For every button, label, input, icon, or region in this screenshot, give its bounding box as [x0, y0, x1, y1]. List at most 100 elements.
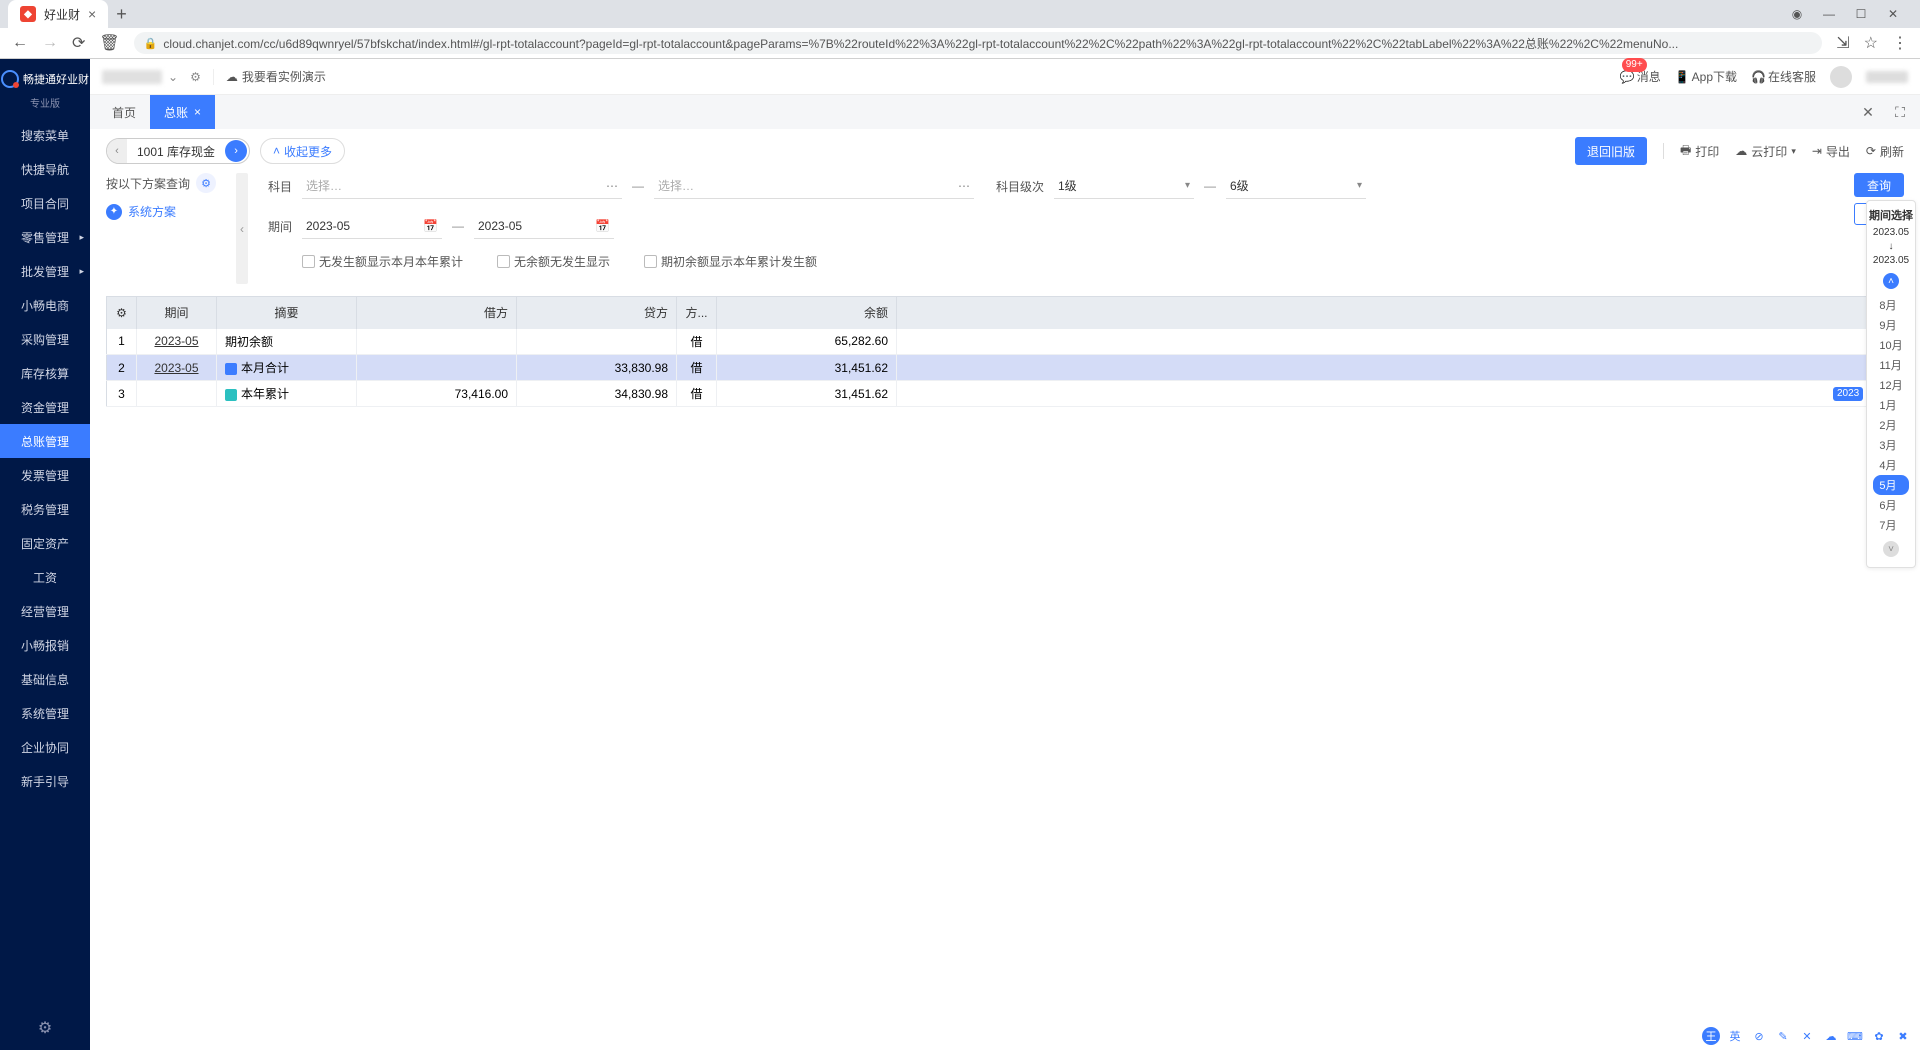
messages-link[interactable]: 99+ 💬 消息 [1620, 68, 1661, 85]
tray-icon[interactable]: ✕ [1798, 1027, 1816, 1045]
period-month[interactable]: 3月 [1873, 435, 1908, 455]
close-window-icon[interactable]: ✕ [1886, 7, 1900, 21]
tab-close-icon[interactable]: × [194, 105, 201, 119]
app-download-link[interactable]: 📱 App下载 [1675, 68, 1737, 85]
period-month[interactable]: 1月 [1873, 395, 1908, 415]
sidebar-item[interactable]: 工资 [0, 560, 90, 594]
scroll-up-icon[interactable]: ˄ [1883, 273, 1899, 289]
print-button[interactable]: 🖶打印 [1680, 141, 1719, 162]
refresh-button[interactable]: ⟳刷新 [1866, 143, 1904, 160]
period-month[interactable]: 6月 [1873, 495, 1908, 515]
tray-icon[interactable]: ☁ [1822, 1027, 1840, 1045]
account-icon[interactable]: ◉ [1790, 7, 1804, 21]
scroll-down-icon[interactable]: ˅ [1883, 541, 1899, 557]
sidebar-settings-icon[interactable]: ⚙ [0, 1006, 90, 1050]
back-to-old-button[interactable]: 退回旧版 [1575, 137, 1647, 165]
tray-icon[interactable]: ✿ [1870, 1027, 1888, 1045]
checkbox-opening-balance[interactable]: 期初余额显示本年累计发生额 [644, 253, 817, 270]
browser-tab[interactable]: ◆ 好业财 × [8, 0, 108, 28]
export-button[interactable]: ⇥导出 [1812, 143, 1850, 160]
close-all-tabs-icon[interactable]: ✕ [1856, 100, 1880, 124]
sidebar-item[interactable]: 小畅报销 [0, 628, 90, 662]
sidebar-item[interactable]: 资金管理 [0, 390, 90, 424]
checkbox-no-occurrence[interactable]: 无发生额显示本月本年累计 [302, 253, 463, 270]
company-selector[interactable]: ⌄ [102, 70, 178, 84]
sidebar-item[interactable]: 采购管理 [0, 322, 90, 356]
tray-icon[interactable]: ⊘ [1750, 1027, 1768, 1045]
level-to-select[interactable]: 6级▾ [1226, 173, 1366, 199]
collapse-more-button[interactable]: ˄ 收起更多 [260, 138, 345, 164]
sidebar-item[interactable]: 基础信息 [0, 662, 90, 696]
sidebar-item[interactable]: 搜索菜单 [0, 118, 90, 152]
date-from-input[interactable]: 2023-05📅 [302, 213, 442, 239]
tray-icon[interactable]: ✎ [1774, 1027, 1792, 1045]
prev-account-icon[interactable]: ‹ [107, 138, 127, 164]
account-selector[interactable]: ‹ 1001 库存现金 › [106, 138, 250, 164]
table-row[interactable]: 22023-05本月合计33,830.98借31,451.62 [107, 355, 1904, 381]
scheme-system[interactable]: ✦ 系统方案 [106, 203, 226, 220]
sidebar-item[interactable]: 零售管理▸ [0, 220, 90, 254]
customer-service-link[interactable]: 🎧 在线客服 [1751, 68, 1816, 85]
star-icon[interactable]: ☆ [1864, 33, 1878, 53]
period-month[interactable]: 10月 [1873, 335, 1908, 355]
ellipsis-icon[interactable]: ⋯ [606, 179, 618, 193]
period-link[interactable]: 2023-05 [154, 334, 198, 348]
col-gear-header[interactable]: ⚙ [107, 297, 137, 329]
period-month[interactable]: 2月 [1873, 415, 1908, 435]
period-month[interactable]: 9月 [1873, 315, 1908, 335]
query-button[interactable]: 查询 [1854, 173, 1904, 197]
table-row[interactable]: 3本年累计73,416.0034,830.98借31,451.62 [107, 381, 1904, 407]
reload-icon[interactable]: ⟳ [72, 33, 85, 53]
period-month[interactable]: 8月 [1873, 295, 1908, 315]
sidebar-item[interactable]: 批发管理▸ [0, 254, 90, 288]
collapse-schemes-handle[interactable]: ‹ [236, 173, 248, 284]
sidebar-item[interactable]: 总账管理 [0, 424, 90, 458]
sidebar-item[interactable]: 固定资产 [0, 526, 90, 560]
sidebar-item[interactable]: 库存核算 [0, 356, 90, 390]
sidebar-item[interactable]: 税务管理 [0, 492, 90, 526]
ellipsis-icon[interactable]: ⋯ [958, 179, 970, 193]
tab-home[interactable]: 首页 [98, 95, 150, 129]
ime-lang[interactable]: 英 [1726, 1027, 1744, 1045]
tray-icon[interactable]: ⌨ [1846, 1027, 1864, 1045]
scheme-settings-icon[interactable]: ⚙ [196, 173, 216, 193]
demo-link[interactable]: ☁ 我要看实例演示 [226, 68, 326, 85]
date-to-input[interactable]: 2023-05📅 [474, 213, 614, 239]
url-input[interactable]: 🔒 cloud.chanjet.com/cc/u6d89qwnryel/57bf… [134, 32, 1823, 54]
period-month[interactable]: 7月 [1873, 515, 1908, 535]
fullscreen-icon[interactable]: ⛶ [1888, 100, 1912, 124]
new-tab-button[interactable]: + [116, 4, 127, 25]
sidebar-item[interactable]: 项目合同 [0, 186, 90, 220]
level-from-select[interactable]: 1级▾ [1054, 173, 1194, 199]
sidebar-item[interactable]: 新手引导 [0, 764, 90, 798]
period-month[interactable]: 5月 [1873, 475, 1908, 495]
cloud-print-button[interactable]: ☁云打印▾ [1735, 143, 1796, 160]
minimize-icon[interactable]: — [1822, 7, 1836, 21]
sidebar-item[interactable]: 快捷导航 [0, 152, 90, 186]
back-icon[interactable]: ← [12, 34, 28, 52]
menu-icon[interactable]: ⋮ [1892, 33, 1908, 53]
subject-to-input[interactable]: 选择…⋯ [654, 173, 974, 199]
period-month[interactable]: 11月 [1873, 355, 1908, 375]
avatar[interactable] [1830, 66, 1852, 88]
subject-from-input[interactable]: 选择…⋯ [302, 173, 622, 199]
sidebar-item[interactable]: 发票管理 [0, 458, 90, 492]
period-month[interactable]: 12月 [1873, 375, 1908, 395]
tray-icon[interactable]: ✖ [1894, 1027, 1912, 1045]
delete-icon[interactable]: 🗑 [99, 33, 119, 53]
tab-ledger[interactable]: 总账 × [150, 95, 215, 129]
sidebar-item[interactable]: 企业协同 [0, 730, 90, 764]
sidebar-item[interactable]: 系统管理 [0, 696, 90, 730]
gear-icon[interactable]: ⚙ [190, 70, 201, 84]
sidebar-item[interactable]: 经营管理 [0, 594, 90, 628]
sidebar-item[interactable]: 小畅电商 [0, 288, 90, 322]
period-month[interactable]: 4月 [1873, 455, 1908, 475]
table-row[interactable]: 12023-05期初余额借65,282.60 [107, 329, 1904, 355]
tab-close-icon[interactable]: × [88, 6, 96, 22]
period-link[interactable]: 2023-05 [154, 361, 198, 375]
checkbox-no-balance[interactable]: 无余额无发生显示 [497, 253, 610, 270]
maximize-icon[interactable]: ☐ [1854, 7, 1868, 21]
ime-icon[interactable]: 王 [1702, 1027, 1720, 1045]
install-icon[interactable]: ⇲ [1836, 33, 1849, 53]
next-account-icon[interactable]: › [225, 140, 247, 162]
